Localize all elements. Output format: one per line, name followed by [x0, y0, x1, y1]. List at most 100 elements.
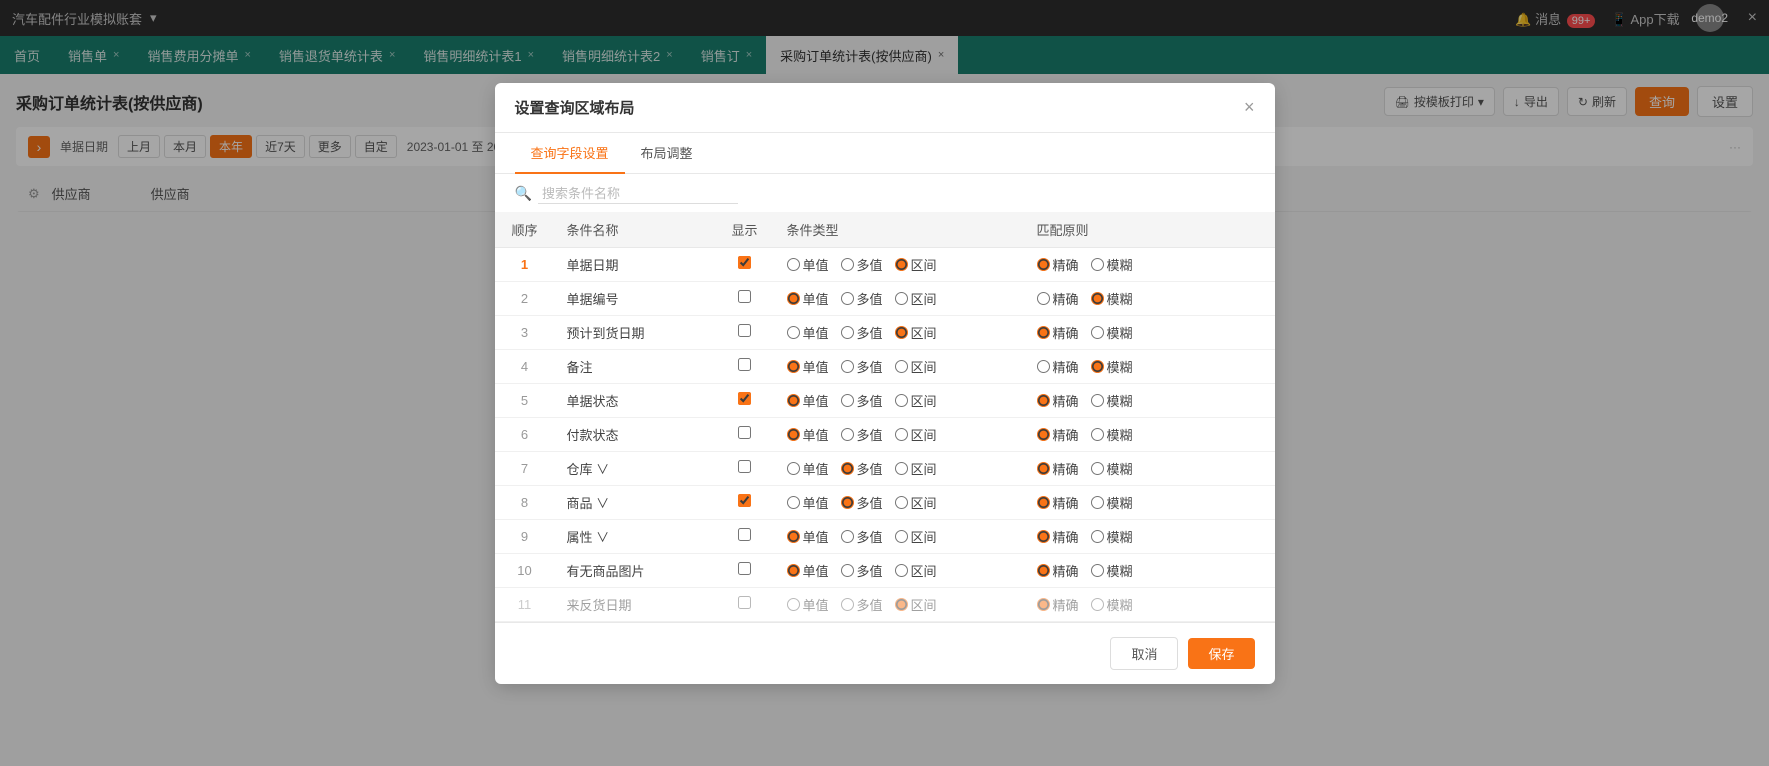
modal-tab-query-fields[interactable]: 查询字段设置 [515, 133, 625, 174]
type-radio-range[interactable]: 区间 [895, 459, 937, 478]
display-checkbox[interactable] [738, 460, 751, 473]
type-radio-single[interactable]: 单值 [787, 391, 829, 410]
row-type: 单值多值区间 [775, 349, 1025, 383]
type-radio-multi[interactable]: 多值 [841, 255, 883, 274]
match-radio-fuzzy[interactable]: 模糊 [1091, 561, 1133, 580]
match-radio-exact[interactable]: 精确 [1037, 425, 1079, 444]
table-row: 3预计到货日期单值多值区间精确模糊 [495, 315, 1275, 349]
display-checkbox[interactable] [738, 358, 751, 371]
row-match: 精确模糊 [1025, 417, 1275, 451]
type-radio-multi[interactable]: 多值 [841, 391, 883, 410]
match-radio-fuzzy[interactable]: 模糊 [1091, 425, 1133, 444]
type-radio-multi[interactable]: 多值 [841, 527, 883, 546]
match-radio-exact[interactable]: 精确 [1037, 255, 1079, 274]
type-radio-multi[interactable]: 多值 [841, 561, 883, 580]
type-radio-range[interactable]: 区间 [895, 391, 937, 410]
match-radio-exact[interactable]: 精确 [1037, 493, 1079, 512]
row-display[interactable] [715, 519, 775, 553]
modal-search-area: 🔍 [495, 174, 1275, 212]
cancel-button[interactable]: 取消 [1110, 637, 1178, 670]
type-radio-multi[interactable]: 多值 [841, 425, 883, 444]
type-radio-multi[interactable]: 多值 [841, 289, 883, 308]
row-match: 精确模糊 [1025, 349, 1275, 383]
type-radio-multi[interactable]: 多值 [841, 459, 883, 478]
table-row: 11来反货日期单值多值区间精确模糊 [495, 587, 1275, 621]
row-display[interactable] [715, 485, 775, 519]
modal-table: 顺序 条件名称 显示 条件类型 匹配原则 1单据日期单值多值区间精确模糊2单据编… [495, 212, 1275, 622]
display-checkbox[interactable] [738, 290, 751, 303]
type-radio-single[interactable]: 单值 [787, 357, 829, 376]
match-radio-exact[interactable]: 精确 [1037, 527, 1079, 546]
save-button[interactable]: 保存 [1188, 638, 1254, 669]
match-radio-exact[interactable]: 精确 [1037, 357, 1079, 376]
type-radio-single[interactable]: 单值 [787, 595, 829, 614]
display-checkbox[interactable] [738, 256, 751, 269]
row-type: 单值多值区间 [775, 247, 1025, 281]
type-radio-range[interactable]: 区间 [895, 527, 937, 546]
row-name: 单据编号 [555, 281, 715, 315]
row-display[interactable] [715, 383, 775, 417]
type-radio-range[interactable]: 区间 [895, 289, 937, 308]
row-match: 精确模糊 [1025, 553, 1275, 587]
type-radio-multi[interactable]: 多值 [841, 493, 883, 512]
match-radio-fuzzy[interactable]: 模糊 [1091, 459, 1133, 478]
row-display[interactable] [715, 417, 775, 451]
modal-overlay: 设置查询区域布局 × 查询字段设置 布局调整 🔍 顺序 条件名称 [0, 0, 1769, 766]
row-display[interactable] [715, 553, 775, 587]
match-radio-fuzzy[interactable]: 模糊 [1091, 289, 1133, 308]
type-radio-range[interactable]: 区间 [895, 493, 937, 512]
match-radio-fuzzy[interactable]: 模糊 [1091, 527, 1133, 546]
display-checkbox[interactable] [738, 494, 751, 507]
modal-close-button[interactable]: × [1244, 97, 1255, 118]
match-radio-fuzzy[interactable]: 模糊 [1091, 323, 1133, 342]
display-checkbox[interactable] [738, 392, 751, 405]
match-radio-fuzzy[interactable]: 模糊 [1091, 595, 1133, 614]
type-radio-single[interactable]: 单值 [787, 527, 829, 546]
display-checkbox[interactable] [738, 528, 751, 541]
modal-tab-layout[interactable]: 布局调整 [625, 133, 709, 174]
match-radio-fuzzy[interactable]: 模糊 [1091, 255, 1133, 274]
table-row: 8商品 ∨单值多值区间精确模糊 [495, 485, 1275, 519]
type-radio-single[interactable]: 单值 [787, 561, 829, 580]
search-icon: 🔍 [515, 185, 532, 202]
type-radio-single[interactable]: 单值 [787, 493, 829, 512]
match-radio-fuzzy[interactable]: 模糊 [1091, 493, 1133, 512]
display-checkbox[interactable] [738, 426, 751, 439]
row-display[interactable] [715, 247, 775, 281]
type-radio-multi[interactable]: 多值 [841, 595, 883, 614]
row-display[interactable] [715, 349, 775, 383]
type-radio-range[interactable]: 区间 [895, 561, 937, 580]
row-match: 精确模糊 [1025, 485, 1275, 519]
match-radio-exact[interactable]: 精确 [1037, 289, 1079, 308]
row-display[interactable] [715, 315, 775, 349]
row-type: 单值多值区间 [775, 383, 1025, 417]
display-checkbox[interactable] [738, 324, 751, 337]
match-radio-fuzzy[interactable]: 模糊 [1091, 391, 1133, 410]
type-radio-range[interactable]: 区间 [895, 255, 937, 274]
type-radio-single[interactable]: 单值 [787, 323, 829, 342]
match-radio-exact[interactable]: 精确 [1037, 323, 1079, 342]
type-radio-multi[interactable]: 多值 [841, 357, 883, 376]
match-radio-exact[interactable]: 精确 [1037, 459, 1079, 478]
match-radio-exact[interactable]: 精确 [1037, 391, 1079, 410]
match-radio-exact[interactable]: 精确 [1037, 561, 1079, 580]
type-radio-single[interactable]: 单值 [787, 255, 829, 274]
search-input[interactable] [538, 184, 738, 204]
type-radio-range[interactable]: 区间 [895, 425, 937, 444]
row-type: 单值多值区间 [775, 281, 1025, 315]
type-radio-single[interactable]: 单值 [787, 289, 829, 308]
display-checkbox[interactable] [738, 562, 751, 575]
display-checkbox[interactable] [738, 596, 751, 609]
type-radio-single[interactable]: 单值 [787, 425, 829, 444]
type-radio-range[interactable]: 区间 [895, 595, 937, 614]
type-radio-multi[interactable]: 多值 [841, 323, 883, 342]
row-display[interactable] [715, 451, 775, 485]
row-match: 精确模糊 [1025, 587, 1275, 621]
row-display[interactable] [715, 587, 775, 621]
row-display[interactable] [715, 281, 775, 315]
type-radio-single[interactable]: 单值 [787, 459, 829, 478]
type-radio-range[interactable]: 区间 [895, 357, 937, 376]
type-radio-range[interactable]: 区间 [895, 323, 937, 342]
match-radio-exact[interactable]: 精确 [1037, 595, 1079, 614]
match-radio-fuzzy[interactable]: 模糊 [1091, 357, 1133, 376]
